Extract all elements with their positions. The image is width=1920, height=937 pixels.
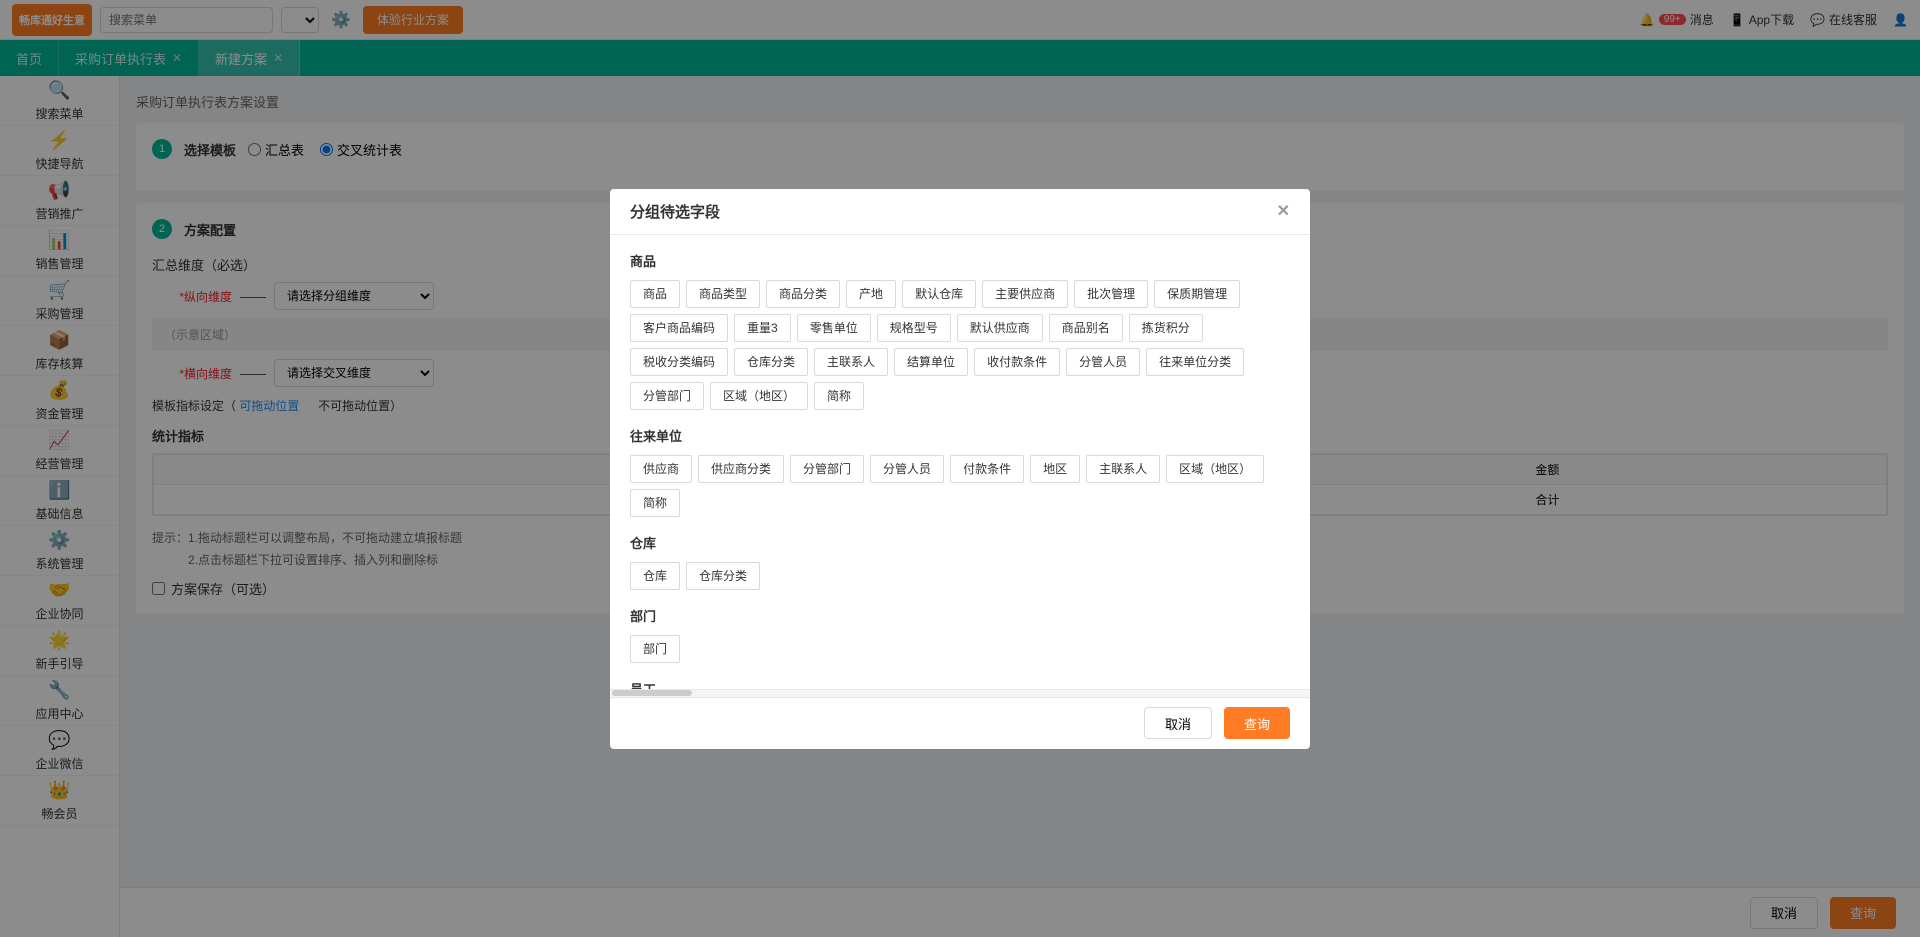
field-tag-0-16[interactable]: 仓库分类 [734,348,808,376]
field-tag-2-0[interactable]: 仓库 [630,562,680,590]
modal-body: 商品商品商品类型商品分类产地默认仓库主要供应商批次管理保质期管理客户商品编码重量… [610,235,1310,689]
field-tag-0-18[interactable]: 结算单位 [894,348,968,376]
field-tag-0-13[interactable]: 商品别名 [1049,314,1123,342]
field-tag-0-7[interactable]: 保质期管理 [1154,280,1240,308]
field-section-1: 往来单位供应商供应商分类分管部门分管人员付款条件地区主联系人区域（地区） 简称 [630,426,1290,517]
field-tag-1-7[interactable]: 区域（地区） [1166,455,1264,483]
field-tag-0-8[interactable]: 客户商品编码 [630,314,728,342]
field-tag-0-3[interactable]: 产地 [846,280,896,308]
field-tags-1: 供应商供应商分类分管部门分管人员付款条件地区主联系人区域（地区） 简称 [630,455,1290,517]
section-title-3: 部门 [630,606,1290,625]
field-tag-3-0[interactable]: 部门 [630,635,680,663]
field-tag-1-2[interactable]: 分管部门 [790,455,864,483]
section-title-2: 仓库 [630,533,1290,552]
field-tag-0-20[interactable]: 分管人员 [1066,348,1140,376]
section-title-1: 往来单位 [630,426,1290,445]
field-tag-1-1[interactable]: 供应商分类 [698,455,784,483]
field-tag-1-0[interactable]: 供应商 [630,455,692,483]
field-tag-1-3[interactable]: 分管人员 [870,455,944,483]
field-tag-0-2[interactable]: 商品分类 [766,280,840,308]
section-title-0: 商品 [630,251,1290,270]
field-tag-0-19[interactable]: 收付款条件 [974,348,1060,376]
field-tag-0-24[interactable]: 简称 [814,382,864,410]
field-tag-1-8[interactable]: 简称 [630,489,680,517]
field-tags-3: 部门 [630,635,1290,663]
field-tags-2: 仓库仓库分类 [630,562,1290,590]
field-tag-1-6[interactable]: 主联系人 [1086,455,1160,483]
modal-overlay: 分组待选字段 ✕ 商品商品商品类型商品分类产地默认仓库主要供应商批次管理保质期管… [0,0,1920,937]
modal-confirm-button[interactable]: 查询 [1224,707,1290,739]
modal-footer: 取消 查询 [610,697,1310,749]
field-tag-0-23[interactable]: 区域（地区） [710,382,808,410]
field-tag-0-14[interactable]: 拣货积分 [1129,314,1203,342]
modal-header: 分组待选字段 ✕ [610,189,1310,235]
field-tag-0-21[interactable]: 往来单位分类 [1146,348,1244,376]
field-tag-0-1[interactable]: 商品类型 [686,280,760,308]
field-tag-0-15[interactable]: 税收分类编码 [630,348,728,376]
field-tags-0: 商品商品类型商品分类产地默认仓库主要供应商批次管理保质期管理客户商品编码重量3零… [630,280,1290,410]
field-tag-0-9[interactable]: 重量3 [734,314,791,342]
field-tag-0-11[interactable]: 规格型号 [877,314,951,342]
field-tag-0-0[interactable]: 商品 [630,280,680,308]
field-tag-2-1[interactable]: 仓库分类 [686,562,760,590]
modal-title: 分组待选字段 [630,201,720,222]
modal-close-icon[interactable]: ✕ [1277,201,1290,221]
modal-cancel-button[interactable]: 取消 [1144,707,1212,739]
field-tag-0-17[interactable]: 主联系人 [814,348,888,376]
field-tag-0-6[interactable]: 批次管理 [1074,280,1148,308]
field-tag-0-4[interactable]: 默认仓库 [902,280,976,308]
field-tag-0-5[interactable]: 主要供应商 [982,280,1068,308]
modal-scrollbar-thumb [612,690,692,696]
field-tag-1-4[interactable]: 付款条件 [950,455,1024,483]
modal: 分组待选字段 ✕ 商品商品商品类型商品分类产地默认仓库主要供应商批次管理保质期管… [610,189,1310,749]
field-tag-0-10[interactable]: 零售单位 [797,314,871,342]
field-section-2: 仓库仓库仓库分类 [630,533,1290,590]
field-tag-0-22[interactable]: 分管部门 [630,382,704,410]
section-title-4: 员工 [630,679,1290,689]
field-section-0: 商品商品商品类型商品分类产地默认仓库主要供应商批次管理保质期管理客户商品编码重量… [630,251,1290,410]
field-tag-0-12[interactable]: 默认供应商 [957,314,1043,342]
modal-scrollbar[interactable] [610,689,1310,697]
field-tag-1-5[interactable]: 地区 [1030,455,1080,483]
field-section-3: 部门部门 [630,606,1290,663]
field-section-4: 员工业务员 [630,679,1290,689]
